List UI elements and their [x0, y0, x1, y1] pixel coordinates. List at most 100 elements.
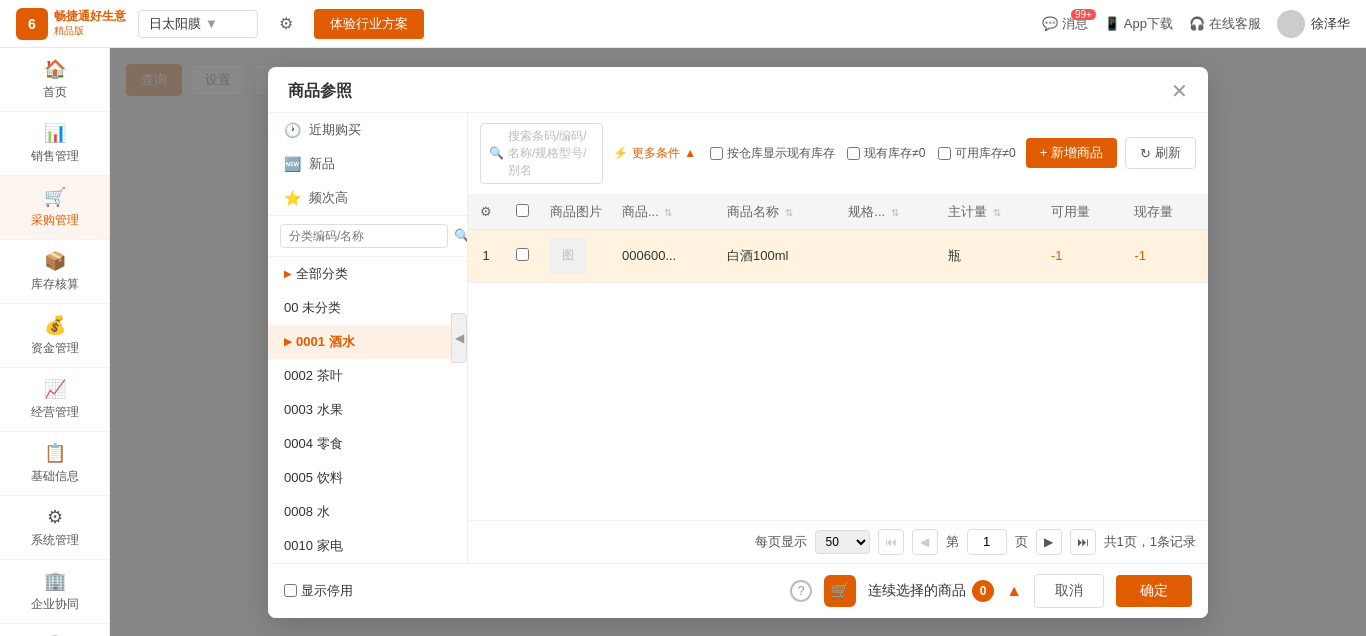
product-thumbnail: 图 [550, 238, 586, 274]
add-product-button[interactable]: + 新增商品 [1026, 138, 1117, 168]
tab-frequent-label: 频次高 [309, 189, 348, 207]
sidebar-item-system[interactable]: ⚙ 系统管理 [0, 496, 109, 560]
category-beverage[interactable]: 0005 饮料 [268, 461, 467, 495]
th-unit-label: 主计量 [948, 204, 987, 219]
modal-body: 🕐 近期购买 🆕 新品 ⭐ 频次高 [268, 113, 1208, 563]
settings-icon-btn[interactable]: ⚙ [270, 8, 302, 40]
main-content: 查询 设置 刷新 商品参照 ✕ 🕐 [110, 48, 1366, 636]
table-settings-icon[interactable]: ⚙ [480, 204, 492, 219]
category-alcohol-arrow: ▶ [284, 336, 292, 347]
trial-button[interactable]: 体验行业方案 [314, 9, 424, 39]
tab-new-label: 新品 [309, 155, 335, 173]
row-name: 白酒100ml [717, 229, 838, 282]
th-available: 可用量 [1041, 195, 1125, 230]
sidebar-item-home[interactable]: 🏠 首页 [0, 48, 109, 112]
row-spec [838, 229, 938, 282]
checkbox-warehouse-label: 按仓库显示现有库存 [727, 145, 835, 162]
th-unit[interactable]: 主计量 ⇅ [938, 195, 1041, 230]
search-icon: 🔍 [489, 146, 504, 160]
tab-recent[interactable]: 🕐 近期购买 [268, 113, 467, 147]
sidebar-item-info[interactable]: 📋 基础信息 [0, 432, 109, 496]
sidebar-item-guide[interactable]: 🎯 新手引导 [0, 624, 109, 636]
footer-collapse-btn[interactable]: ▲ [1006, 582, 1022, 600]
cart-btn[interactable]: 🛒 [824, 575, 856, 607]
footer-left: 显示停用 [284, 582, 353, 600]
sidebar: 🏠 首页 📊 销售管理 🛒 采购管理 📦 库存核算 💰 资金管理 📈 经营管理 … [0, 48, 110, 636]
service-btn[interactable]: 🎧 在线客服 [1189, 15, 1261, 33]
category-fruit[interactable]: 0003 水果 [268, 393, 467, 427]
page-number-input[interactable] [967, 529, 1007, 555]
sidebar-item-operations[interactable]: 📈 经营管理 [0, 368, 109, 432]
sidebar-item-sales[interactable]: 📊 销售管理 [0, 112, 109, 176]
category-all[interactable]: ▶ 全部分类 [268, 257, 467, 291]
filter-icon: ⚡ [613, 146, 628, 160]
category-tea-label: 0002 茶叶 [284, 367, 343, 385]
selected-label: 连续选择的商品 [868, 582, 966, 600]
left-panel-collapse-btn[interactable]: ◀ [451, 313, 467, 363]
count-badge: 0 [972, 580, 994, 602]
headset-icon: 🎧 [1189, 16, 1205, 31]
th-code[interactable]: 商品... ⇅ [612, 195, 717, 230]
confirm-button[interactable]: 确定 [1116, 575, 1192, 607]
sidebar-item-finance[interactable]: 💰 资金管理 [0, 304, 109, 368]
user-avatar-area[interactable]: 徐泽华 [1277, 10, 1350, 38]
sidebar-label-home: 首页 [43, 84, 67, 101]
sidebar-label-finance: 资金管理 [31, 340, 79, 357]
service-label: 在线客服 [1209, 15, 1261, 33]
category-snack[interactable]: 0004 零食 [268, 427, 467, 461]
category-water[interactable]: 0008 水 [268, 495, 467, 529]
th-name[interactable]: 商品名称 ⇅ [717, 195, 838, 230]
category-appliances[interactable]: 0010 家电 [268, 529, 467, 563]
cart-icon: 🛒 [830, 581, 850, 600]
next-page-btn[interactable]: ▶ [1036, 529, 1062, 555]
row-checkbox-cell [504, 229, 540, 282]
category-search-input[interactable] [280, 224, 448, 248]
info-icon: 📋 [44, 442, 66, 464]
per-page-select[interactable]: 50 10 20 100 [815, 530, 870, 554]
sidebar-item-purchase[interactable]: 🛒 采购管理 [0, 176, 109, 240]
operations-icon: 📈 [44, 378, 66, 400]
modal-close-button[interactable]: ✕ [1171, 81, 1188, 101]
checkbox-stock-nonzero[interactable]: 现有库存≠0 [847, 145, 925, 162]
prev-page-btn[interactable]: ◀ [912, 529, 938, 555]
nav-selector[interactable]: 日太阳膜 ▼ [138, 10, 258, 38]
footer-right: ? 🛒 连续选择的商品 0 ▲ 取消 确定 [790, 574, 1192, 608]
row-checkbox[interactable] [516, 248, 529, 261]
category-search-icon[interactable]: 🔍 [454, 228, 468, 243]
th-spec[interactable]: 规格... ⇅ [838, 195, 938, 230]
product-search-bar[interactable]: 🔍 搜索条码/编码/名称/规格型号/别名 [480, 123, 603, 184]
category-alcohol-label: 0001 酒水 [296, 333, 355, 351]
nav-selector-arrow: ▼ [205, 16, 218, 31]
checkbox-available-input[interactable] [938, 147, 951, 160]
checkbox-stock-input[interactable] [847, 147, 860, 160]
messages-btn[interactable]: 💬 消息 99+ [1042, 15, 1088, 33]
checkbox-warehouse-input[interactable] [710, 147, 723, 160]
tab-frequent[interactable]: ⭐ 频次高 [268, 181, 467, 215]
sort-arrows-unit: ⇅ [993, 207, 1001, 218]
filter-more-btn[interactable]: ⚡ 更多条件 ▲ [613, 145, 696, 162]
category-tea[interactable]: 0002 茶叶 [268, 359, 467, 393]
refresh-button[interactable]: ↻ 刷新 [1125, 137, 1196, 169]
left-panel: 🕐 近期购买 🆕 新品 ⭐ 频次高 [268, 113, 468, 563]
last-page-btn[interactable]: ⏭ [1070, 529, 1096, 555]
recent-icon: 🕐 [284, 122, 301, 138]
category-uncategorized[interactable]: 00 未分类 [268, 291, 467, 325]
show-disabled-input[interactable] [284, 584, 297, 597]
category-beverage-label: 0005 饮料 [284, 469, 343, 487]
cancel-button[interactable]: 取消 [1034, 574, 1104, 608]
show-disabled-checkbox[interactable]: 显示停用 [284, 582, 353, 600]
tab-new[interactable]: 🆕 新品 [268, 147, 467, 181]
table-row[interactable]: 1 图 [468, 229, 1208, 282]
help-icon-btn[interactable]: ? [790, 580, 812, 602]
sidebar-item-enterprise[interactable]: 🏢 企业协同 [0, 560, 109, 624]
product-table: ⚙ 商品图片 商品... ⇅ [468, 195, 1208, 283]
checkbox-warehouse-display[interactable]: 按仓库显示现有库存 [710, 145, 835, 162]
nav-selector-label: 日太阳膜 [149, 15, 201, 33]
select-all-checkbox[interactable] [516, 204, 529, 217]
checkbox-available-nonzero[interactable]: 可用库存≠0 [938, 145, 1016, 162]
category-alcohol[interactable]: ▶ 0001 酒水 [268, 325, 467, 359]
sidebar-item-inventory[interactable]: 📦 库存核算 [0, 240, 109, 304]
table-header-row: ⚙ 商品图片 商品... ⇅ [468, 195, 1208, 230]
app-download-btn[interactable]: 📱 App下载 [1104, 15, 1173, 33]
first-page-btn[interactable]: ⏮ [878, 529, 904, 555]
